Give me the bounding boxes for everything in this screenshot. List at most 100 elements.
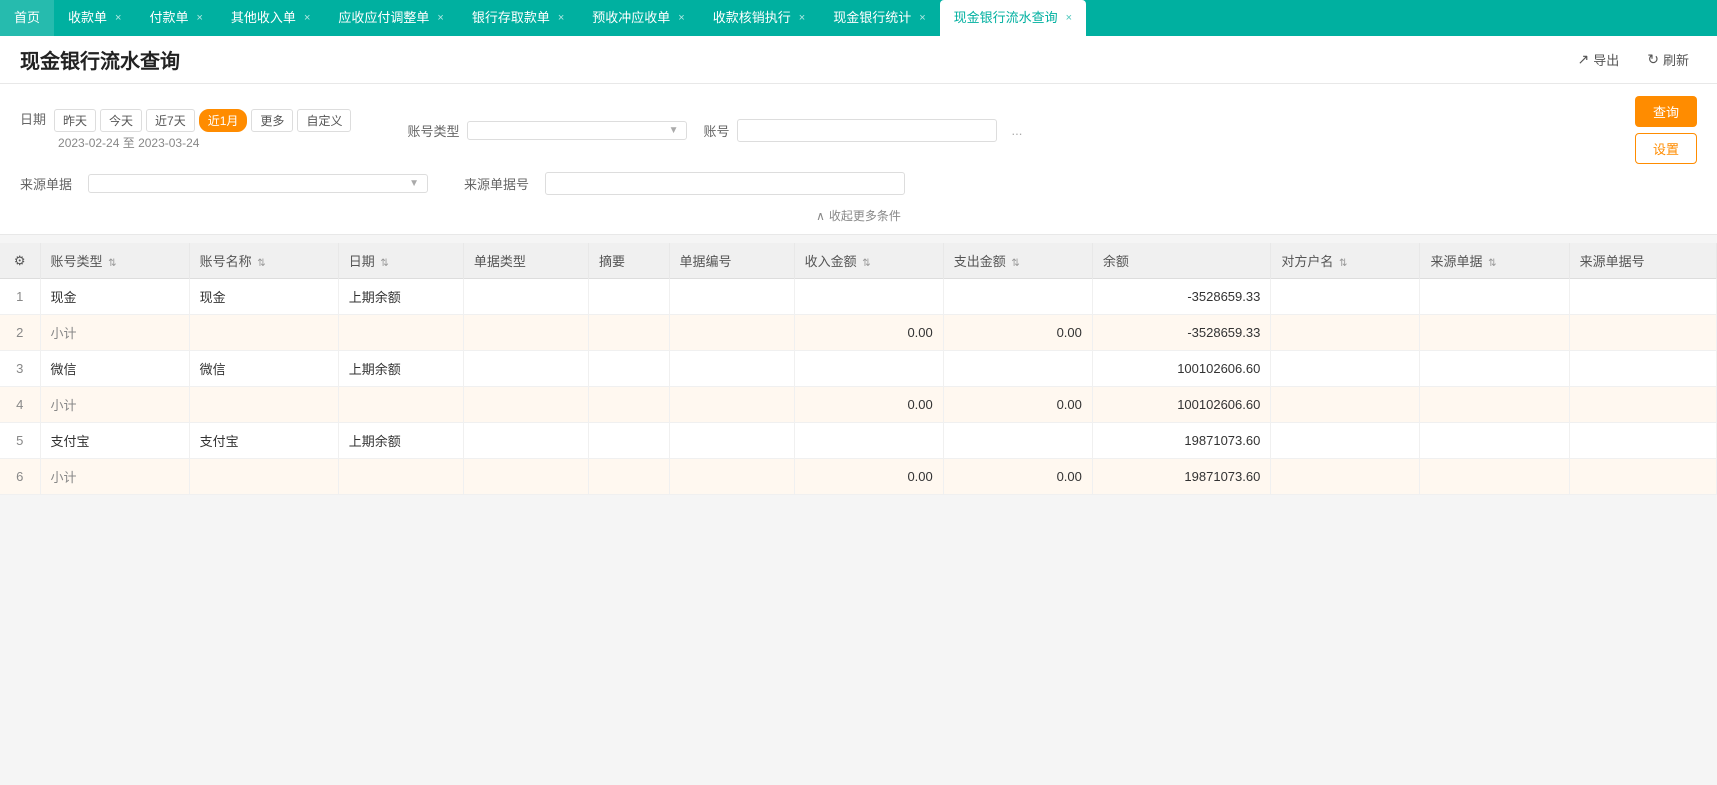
chevron-up-icon: ∧ <box>816 209 825 223</box>
expense-cell <box>943 279 1092 315</box>
col-account-type: 账号类型 ⇅ <box>40 243 189 279</box>
refresh-button[interactable]: ↻ 刷新 <box>1639 46 1697 73</box>
account-type-cell: 小计 <box>40 387 189 423</box>
doc-type-cell <box>463 387 588 423</box>
close-icon[interactable]: × <box>437 0 443 36</box>
date-cell: 上期余额 <box>338 279 463 315</box>
income-cell: 0.00 <box>794 387 943 423</box>
nav-item-other-income[interactable]: 其他收入单 × <box>217 0 324 36</box>
sort-icon[interactable]: ⇅ <box>1339 258 1347 269</box>
row-number-cell: 5 <box>0 423 40 459</box>
sort-icon[interactable]: ⇅ <box>1488 258 1496 269</box>
account-type-select[interactable]: ▼ <box>467 121 687 140</box>
nav-item-cash-bank-flow[interactable]: 现金银行流水查询 × <box>940 0 1086 36</box>
nav-item-receipt[interactable]: 收款单 × <box>54 0 135 36</box>
row-number-cell: 3 <box>0 351 40 387</box>
nav-item-bank-deposit[interactable]: 银行存取款单 × <box>458 0 578 36</box>
table-row: 2小计0.000.00-3528659.33 <box>0 315 1717 351</box>
date-btn-1month[interactable]: 近1月 <box>199 109 248 132</box>
page-title: 现金银行流水查询 <box>20 45 180 74</box>
summary-cell <box>588 423 669 459</box>
nav-item-ar-ap-adjust[interactable]: 应收应付调整单 × <box>324 0 457 36</box>
sort-icon[interactable]: ⇅ <box>1011 258 1019 269</box>
date-btn-today[interactable]: 今天 <box>100 109 142 132</box>
source-doc-no-input[interactable] <box>554 176 896 191</box>
source-doc-cell <box>1420 387 1569 423</box>
col-summary: 摘要 <box>588 243 669 279</box>
close-icon[interactable]: × <box>115 0 121 36</box>
balance-cell: 19871073.60 <box>1092 459 1270 495</box>
account-type-filter-group: 账号类型 ▼ <box>407 121 687 140</box>
date-btn-yesterday[interactable]: 昨天 <box>54 109 96 132</box>
col-doc-type: 单据类型 <box>463 243 588 279</box>
action-buttons: 查询 设置 <box>1635 96 1697 164</box>
date-btn-7days[interactable]: 近7天 <box>146 109 195 132</box>
counter-party-cell <box>1271 459 1420 495</box>
doc-no-cell <box>669 387 794 423</box>
source-doc-cell <box>1420 351 1569 387</box>
more-options-button[interactable]: ... <box>1005 121 1028 140</box>
doc-type-cell <box>463 423 588 459</box>
account-type-cell: 现金 <box>40 279 189 315</box>
account-input[interactable] <box>746 123 988 138</box>
export-button[interactable]: ↗ 导出 <box>1570 46 1628 73</box>
source-doc-cell <box>1420 423 1569 459</box>
summary-cell <box>588 387 669 423</box>
chevron-down-icon: ▼ <box>669 125 679 136</box>
col-account-name: 账号名称 ⇅ <box>189 243 338 279</box>
income-cell: 0.00 <box>794 459 943 495</box>
source-doc-cell <box>1420 279 1569 315</box>
date-filter-group: 日期 昨天 今天 近7天 近1月 更多 自定义 2023-02-24 至 202… <box>20 109 351 151</box>
doc-type-cell <box>463 315 588 351</box>
query-button[interactable]: 查询 <box>1635 96 1697 127</box>
summary-cell <box>588 459 669 495</box>
date-btn-more[interactable]: 更多 <box>251 109 293 132</box>
date-btn-custom[interactable]: 自定义 <box>297 109 351 132</box>
filter-area: 日期 昨天 今天 近7天 近1月 更多 自定义 2023-02-24 至 202… <box>0 84 1717 235</box>
nav-item-receipt-verify[interactable]: 收款核销执行 × <box>699 0 819 36</box>
settings-icon[interactable]: ⚙ <box>14 253 26 268</box>
col-settings[interactable]: ⚙ <box>0 243 40 279</box>
table-header-row: ⚙ 账号类型 ⇅ 账号名称 ⇅ 日期 ⇅ 单据类型 摘要 <box>0 243 1717 279</box>
account-name-cell <box>189 315 338 351</box>
account-label: 账号 <box>703 121 729 140</box>
nav-item-cash-bank-stat[interactable]: 现金银行统计 × <box>819 0 939 36</box>
close-icon[interactable]: × <box>1066 0 1072 36</box>
sort-icon[interactable]: ⇅ <box>108 258 116 269</box>
close-icon[interactable]: × <box>799 0 805 36</box>
balance-cell: -3528659.33 <box>1092 315 1270 351</box>
date-cell: 上期余额 <box>338 423 463 459</box>
nav-item-prepay-offset[interactable]: 预收冲应收单 × <box>578 0 698 36</box>
date-range-display: 2023-02-24 至 2023-03-24 <box>58 134 351 151</box>
row-number-cell: 6 <box>0 459 40 495</box>
close-icon[interactable]: × <box>196 0 202 36</box>
expense-cell <box>943 351 1092 387</box>
account-filter-group: 账号 ... <box>703 119 1028 142</box>
nav-item-payment[interactable]: 付款单 × <box>135 0 216 36</box>
close-icon[interactable]: × <box>304 0 310 36</box>
account-name-cell: 现金 <box>189 279 338 315</box>
settings-button[interactable]: 设置 <box>1635 133 1697 164</box>
source-doc-select[interactable]: ▼ <box>88 174 428 193</box>
sort-icon[interactable]: ⇅ <box>862 258 870 269</box>
balance-cell: -3528659.33 <box>1092 279 1270 315</box>
account-input-wrap <box>737 119 997 142</box>
source-doc-no-cell <box>1569 387 1716 423</box>
close-icon[interactable]: × <box>558 0 564 36</box>
source-doc-no-label: 来源单据号 <box>464 174 529 193</box>
col-expense: 支出金额 ⇅ <box>943 243 1092 279</box>
doc-type-cell <box>463 459 588 495</box>
sort-icon[interactable]: ⇅ <box>257 258 265 269</box>
nav-item-home[interactable]: 首页 <box>0 0 54 36</box>
close-icon[interactable]: × <box>919 0 925 36</box>
summary-cell <box>588 351 669 387</box>
collapse-more-conditions-button[interactable]: ∧ 收起更多条件 <box>20 203 1697 224</box>
account-name-cell <box>189 459 338 495</box>
table-row: 4小计0.000.00100102606.60 <box>0 387 1717 423</box>
close-icon[interactable]: × <box>678 0 684 36</box>
counter-party-cell <box>1271 423 1420 459</box>
doc-no-cell <box>669 315 794 351</box>
sort-icon[interactable]: ⇅ <box>380 258 388 269</box>
account-type-label: 账号类型 <box>407 121 459 140</box>
account-type-cell: 微信 <box>40 351 189 387</box>
